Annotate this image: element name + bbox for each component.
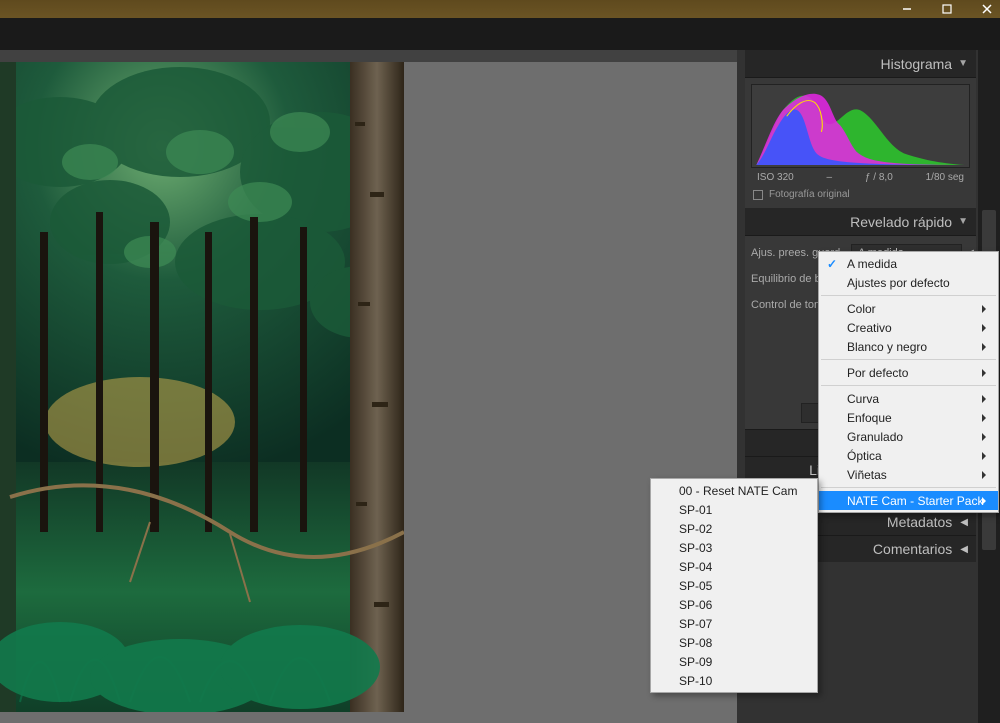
preset-dropdown-menu[interactable]: A medida Ajustes por defecto Color Creat… <box>818 251 999 513</box>
histogram-panel: ISO 320 – ƒ / 8,0 1/80 seg Fotografía or… <box>745 78 976 208</box>
menu-item-color[interactable]: Color <box>819 299 998 318</box>
submenu-item-sp08[interactable]: SP-08 <box>651 633 817 652</box>
window-close-button[interactable] <box>978 2 996 16</box>
menu-item-enfoque[interactable]: Enfoque <box>819 408 998 427</box>
menu-item-vinetas[interactable]: Viñetas <box>819 465 998 484</box>
menu-item-granulado[interactable]: Granulado <box>819 427 998 446</box>
submenu-item-sp07[interactable]: SP-07 <box>651 614 817 633</box>
metadata-title: Metadatos <box>887 514 952 530</box>
expand-icon: ◀ <box>960 544 968 555</box>
original-photo-label: Fotografía original <box>769 189 850 200</box>
window-maximize-button[interactable] <box>938 2 956 16</box>
menu-separator <box>821 359 996 360</box>
menu-separator <box>821 295 996 296</box>
submenu-item-sp05[interactable]: SP-05 <box>651 576 817 595</box>
collapse-icon: ▼ <box>958 58 968 69</box>
menu-item-a-medida[interactable]: A medida <box>819 254 998 273</box>
menu-item-bw[interactable]: Blanco y negro <box>819 337 998 356</box>
expand-icon: ◀ <box>960 517 968 528</box>
original-photo-toggle[interactable]: Fotografía original <box>751 185 970 206</box>
exif-iso: ISO 320 <box>757 172 794 183</box>
menu-item-por-defecto[interactable]: Por defecto <box>819 363 998 382</box>
menu-separator <box>821 385 996 386</box>
submenu-item-sp02[interactable]: SP-02 <box>651 519 817 538</box>
comments-title: Comentarios <box>873 541 952 557</box>
submenu-item-reset[interactable]: 00 - Reset NATE Cam <box>651 481 817 500</box>
window-titlebar <box>0 0 1000 18</box>
nate-cam-submenu[interactable]: 00 - Reset NATE Cam SP-01 SP-02 SP-03 SP… <box>650 478 818 693</box>
top-bar <box>0 18 1000 50</box>
histogram-panel-header[interactable]: Histograma ▼ <box>745 50 976 78</box>
submenu-item-sp03[interactable]: SP-03 <box>651 538 817 557</box>
histogram-graph[interactable] <box>751 84 970 168</box>
histogram-exif: ISO 320 – ƒ / 8,0 1/80 seg <box>751 168 970 185</box>
submenu-item-sp04[interactable]: SP-04 <box>651 557 817 576</box>
checkbox-icon[interactable] <box>753 190 763 200</box>
collapse-icon: ▼ <box>958 216 968 227</box>
menu-item-creative[interactable]: Creativo <box>819 318 998 337</box>
histogram-title: Histograma <box>881 56 953 72</box>
submenu-item-sp01[interactable]: SP-01 <box>651 500 817 519</box>
exif-shutter: 1/80 seg <box>926 172 964 183</box>
quick-develop-header[interactable]: Revelado rápido ▼ <box>745 208 976 236</box>
window-minimize-button[interactable] <box>898 2 916 16</box>
exif-aperture: ƒ / 8,0 <box>865 172 893 183</box>
submenu-item-sp06[interactable]: SP-06 <box>651 595 817 614</box>
menu-separator <box>821 487 996 488</box>
submenu-item-sp09[interactable]: SP-09 <box>651 652 817 671</box>
exif-focal: – <box>827 172 833 183</box>
menu-item-defaults[interactable]: Ajustes por defecto <box>819 273 998 292</box>
menu-item-curva[interactable]: Curva <box>819 389 998 408</box>
menu-item-optica[interactable]: Óptica <box>819 446 998 465</box>
image-preview[interactable] <box>0 62 404 712</box>
quick-develop-title: Revelado rápido <box>850 214 952 230</box>
submenu-item-sp10[interactable]: SP-10 <box>651 671 817 690</box>
menu-item-nate-cam[interactable]: NATE Cam - Starter Pack <box>819 491 998 510</box>
